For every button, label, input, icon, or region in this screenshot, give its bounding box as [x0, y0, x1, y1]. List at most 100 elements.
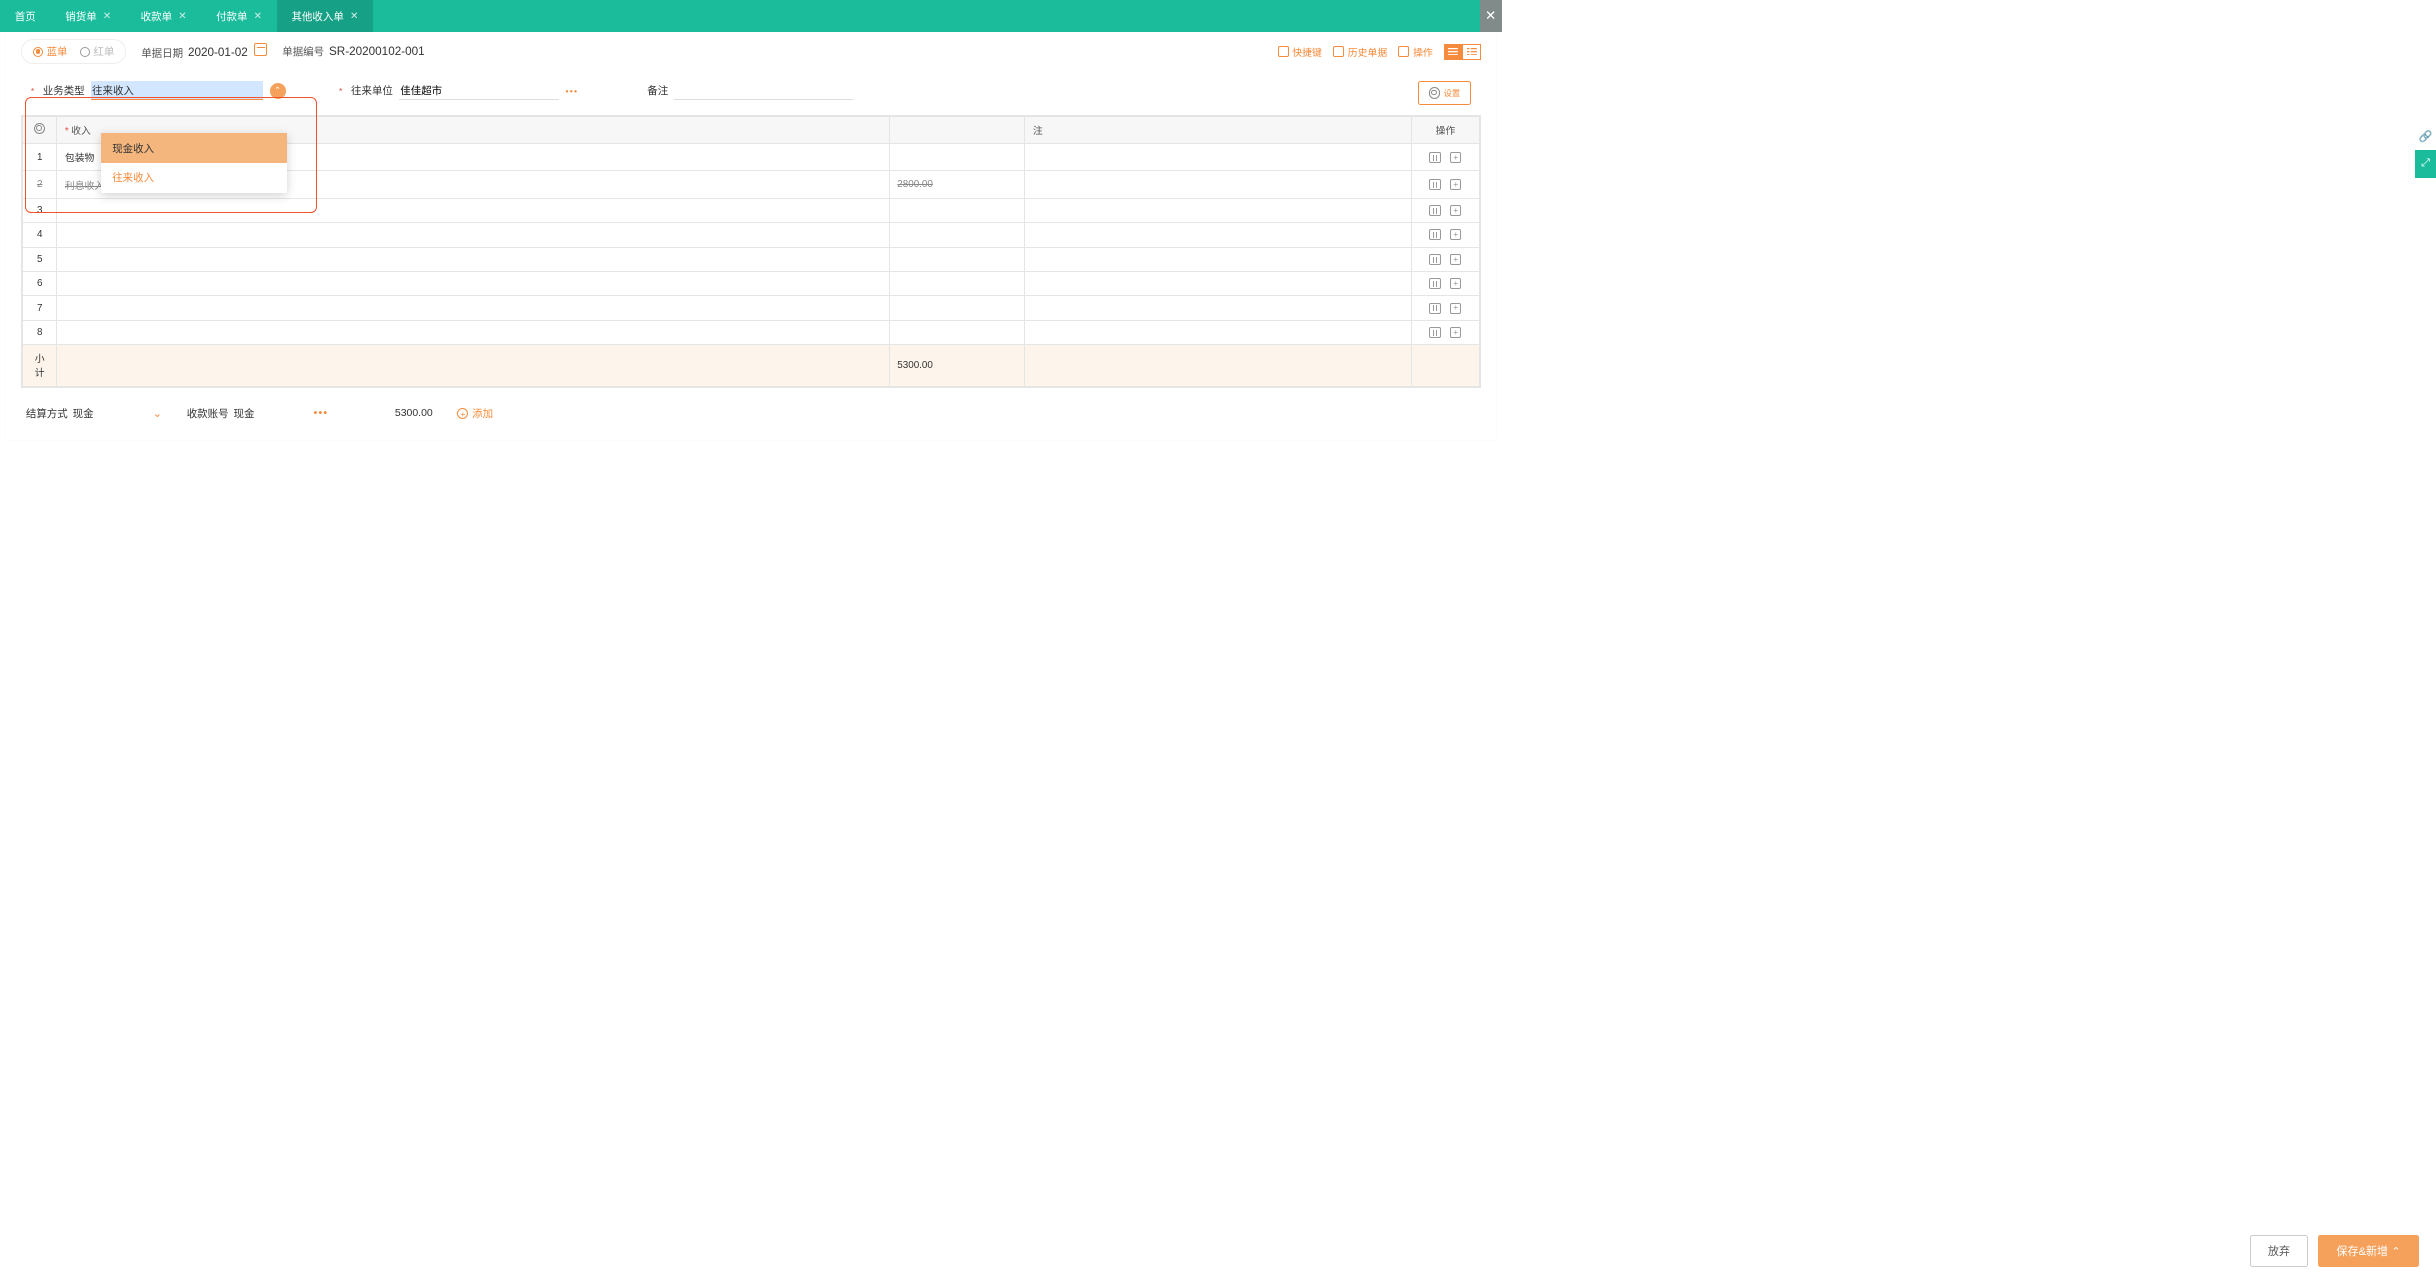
row-remark[interactable]	[1025, 223, 1412, 247]
row-remark[interactable]	[1025, 296, 1412, 320]
delete-icon[interactable]	[1429, 303, 1440, 314]
tab-other-income[interactable]: 其他收入单✕	[277, 0, 373, 32]
table-row[interactable]: 5	[22, 247, 1479, 271]
more-icon[interactable]: •••	[565, 86, 578, 96]
row-remark[interactable]	[1025, 272, 1412, 296]
pay-account[interactable]: 收款账号 现金 •••	[187, 406, 329, 421]
add-icon[interactable]	[1450, 303, 1461, 314]
row-category[interactable]	[57, 272, 889, 296]
delete-icon[interactable]	[1429, 179, 1440, 190]
keyboard-icon	[1278, 46, 1289, 57]
payment-row: 结算方式 现金 ⌄ 收款账号 现金 ••• 5300.00 + 添加	[6, 388, 1495, 440]
row-amount[interactable]	[889, 144, 1025, 171]
row-remark[interactable]	[1025, 198, 1412, 222]
gear-icon	[34, 123, 45, 134]
more-icon[interactable]: •••	[314, 408, 329, 419]
add-icon[interactable]	[1450, 179, 1461, 190]
subtotal-amount: 5300.00	[889, 345, 1025, 386]
remark-input[interactable]	[674, 81, 853, 100]
save-button[interactable]: 保存&新增 ⌃	[2318, 1235, 2419, 1268]
tab-payment[interactable]: 付款单✕	[201, 0, 276, 32]
biz-type-input[interactable]	[91, 81, 264, 100]
view-list[interactable]	[1444, 44, 1462, 60]
tabs-bar: 首页 销货单✕ 收款单✕ 付款单✕ 其他收入单✕ ✕	[0, 0, 1502, 32]
row-category[interactable]	[57, 247, 889, 271]
gear-icon	[1429, 87, 1440, 98]
doc-date: 单据日期 2020-01-02	[141, 43, 267, 61]
row-amount[interactable]	[889, 247, 1025, 271]
row-amount[interactable]	[889, 320, 1025, 344]
row-remark[interactable]	[1025, 171, 1412, 198]
row-index: 5	[22, 247, 57, 271]
row-remark[interactable]	[1025, 320, 1412, 344]
row-index: 6	[22, 272, 57, 296]
close-icon[interactable]: ✕	[350, 11, 358, 22]
row-category[interactable]	[57, 296, 889, 320]
discard-button[interactable]: 放弃	[2250, 1235, 2309, 1268]
table-row[interactable]: 4	[22, 223, 1479, 247]
chevron-down-icon[interactable]: ⌄	[153, 407, 162, 420]
table-row[interactable]: 3	[22, 198, 1479, 222]
radio-blue[interactable]: 蓝单	[33, 44, 67, 59]
row-amount[interactable]	[889, 223, 1025, 247]
tab-receipt[interactable]: 收款单✕	[126, 0, 201, 32]
add-icon[interactable]	[1450, 152, 1461, 163]
delete-icon[interactable]	[1429, 205, 1440, 216]
delete-icon[interactable]	[1429, 254, 1440, 265]
row-amount[interactable]	[889, 198, 1025, 222]
close-all-button[interactable]: ✕	[1480, 0, 1502, 32]
link-icon[interactable]: 🔗	[2415, 123, 2436, 150]
row-category[interactable]	[57, 223, 889, 247]
close-icon[interactable]: ✕	[103, 11, 111, 22]
close-icon[interactable]: ✕	[178, 11, 186, 22]
expand-icon[interactable]: ⤢	[2415, 150, 2436, 177]
row-remark[interactable]	[1025, 247, 1412, 271]
subtotal-label: 小计	[22, 345, 57, 386]
table-row[interactable]: 7	[22, 296, 1479, 320]
dropdown-option[interactable]: 往来收入	[101, 163, 287, 193]
history-button[interactable]: 历史单据	[1333, 45, 1387, 59]
shortcut-button[interactable]: 快捷键	[1278, 45, 1322, 59]
settings-button[interactable]: 设置	[1418, 81, 1471, 105]
history-icon	[1333, 46, 1344, 57]
row-index: 8	[22, 320, 57, 344]
view-detail[interactable]	[1462, 44, 1480, 60]
delete-icon[interactable]	[1429, 229, 1440, 240]
doc-number: 单据编号 SR-20200102-001	[282, 44, 424, 59]
pay-amount[interactable]: 5300.00	[353, 408, 433, 419]
pay-method[interactable]: 结算方式 现金 ⌄	[26, 406, 162, 421]
radio-red[interactable]: 红单	[80, 44, 114, 59]
date-value[interactable]: 2020-01-02	[188, 46, 248, 59]
close-icon[interactable]: ✕	[254, 11, 262, 22]
row-category[interactable]	[57, 198, 889, 222]
unit-input[interactable]	[399, 81, 559, 100]
plus-icon: +	[457, 408, 468, 419]
table-row[interactable]: 8	[22, 320, 1479, 344]
add-icon[interactable]	[1450, 205, 1461, 216]
remark-field: 备注	[647, 81, 918, 100]
row-amount[interactable]	[889, 296, 1025, 320]
delete-icon[interactable]	[1429, 152, 1440, 163]
add-payment-button[interactable]: + 添加	[457, 406, 493, 421]
tab-sales[interactable]: 销货单✕	[51, 0, 126, 32]
row-remark[interactable]	[1025, 144, 1412, 171]
add-icon[interactable]	[1450, 278, 1461, 289]
calendar-icon[interactable]	[254, 43, 268, 57]
chevron-up-icon: ⌃	[2391, 1246, 2400, 1258]
dropdown-option[interactable]: 现金收入	[101, 133, 287, 163]
add-icon[interactable]	[1450, 327, 1461, 338]
row-index: 7	[22, 296, 57, 320]
doc-type-toggle: 蓝单 红单	[21, 39, 126, 63]
add-icon[interactable]	[1450, 254, 1461, 265]
delete-icon[interactable]	[1429, 327, 1440, 338]
add-icon[interactable]	[1450, 229, 1461, 240]
table-settings[interactable]	[22, 116, 57, 143]
chevron-up-icon[interactable]: ⌃	[270, 83, 286, 99]
row-category[interactable]	[57, 320, 889, 344]
row-amount[interactable]: 2800.00	[889, 171, 1025, 198]
tab-home[interactable]: 首页	[0, 0, 51, 32]
ops-button[interactable]: 操作	[1398, 45, 1433, 59]
row-amount[interactable]	[889, 272, 1025, 296]
table-row[interactable]: 6	[22, 272, 1479, 296]
delete-icon[interactable]	[1429, 278, 1440, 289]
